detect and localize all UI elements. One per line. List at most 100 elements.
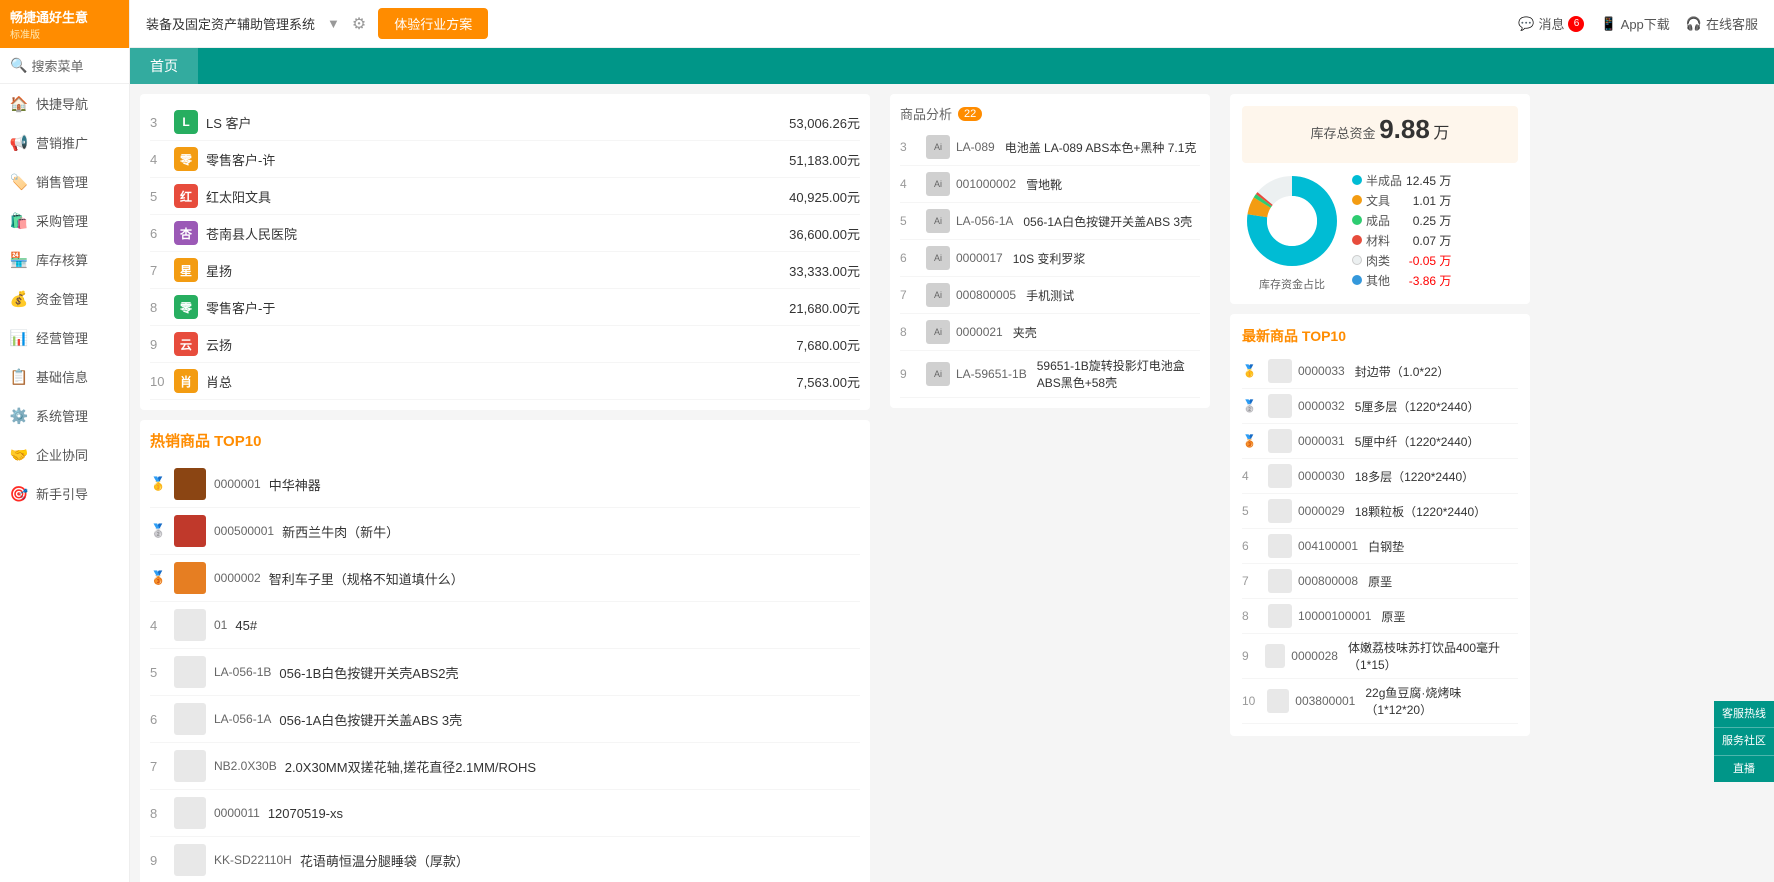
customer-avatar: 云 <box>174 332 198 356</box>
inv-legend-row: 成品0.25 万 <box>1352 212 1451 229</box>
new-product-name: 原垩 <box>1368 573 1392 590</box>
nav-label: 库存核算 <box>36 250 88 269</box>
hot-product-row: 🥉0000002智利车子里（规格不知道填什么） <box>150 555 860 602</box>
try-plan-button[interactable]: 体验行业方案 <box>378 8 488 39</box>
mid-product-img: Ai <box>926 320 950 344</box>
purchase-icon: 🛍️ <box>10 212 28 230</box>
mid-product-name: 夹壳 <box>1013 324 1200 341</box>
float-btn-community[interactable]: 服务社区 <box>1714 728 1774 755</box>
main-area: 装备及固定资产辅助管理系统 ▼ ⚙ 体验行业方案 💬 消息 6 📱 App下载 … <box>130 0 1774 882</box>
sidebar-item-operations[interactable]: 📊 经营管理 <box>0 318 129 357</box>
online-service-item[interactable]: 🎧 在线客服 <box>1686 14 1758 33</box>
sidebar-logo-name: 畅捷通好生意 <box>10 7 88 26</box>
topbar-right: 💬 消息 6 📱 App下载 🎧 在线客服 <box>1518 14 1758 33</box>
hot-product-name: 12070519-xs <box>268 806 343 821</box>
enterprise-icon: 🤝 <box>10 446 28 464</box>
new-product-code: 0000028 <box>1291 649 1338 663</box>
legend-name: 肉类 <box>1366 252 1405 269</box>
mid-product-row: 7Ai000800005手机测试 <box>900 277 1200 314</box>
app-download-item[interactable]: 📱 App下载 <box>1600 14 1669 33</box>
hot-product-code: 000500001 <box>214 524 274 538</box>
new-product-img <box>1268 604 1292 628</box>
sidebar-item-system[interactable]: ⚙️ 系统管理 <box>0 396 129 435</box>
right-panel: 库存总资金 9.88 万 <box>1220 84 1540 882</box>
topbar-dropdown-icon[interactable]: ▼ <box>327 16 340 31</box>
inv-legend-row: 材料0.07 万 <box>1352 232 1451 249</box>
float-btn-live[interactable]: 直播 <box>1714 756 1774 782</box>
new-product-row: 🥈00000325厘多层（1220*2440） <box>1242 389 1518 424</box>
sidebar-item-finance[interactable]: 💰 资金管理 <box>0 279 129 318</box>
hot-products-title: 热销商品 TOP10 <box>150 430 860 451</box>
search-menu-item[interactable]: 🔍 搜索菜单 <box>0 48 129 84</box>
mid-product-code: 000800005 <box>956 288 1016 302</box>
new-product-name: 原垩 <box>1381 608 1405 625</box>
float-btn-service[interactable]: 客服热线 <box>1714 701 1774 728</box>
new-product-name: 18多层（1220*2440） <box>1355 468 1474 485</box>
sidebar-item-marketing[interactable]: 📢 营销推广 <box>0 123 129 162</box>
mid-product-name: 手机测试 <box>1026 287 1200 304</box>
search-icon: 🔍 <box>10 57 27 74</box>
message-badge: 6 <box>1568 16 1584 32</box>
product-analysis-card: 商品分析 22 3AiLA-089电池盖 LA-089 ABS本色+黑种 7.1… <box>890 94 1210 408</box>
hot-product-name: 中华神器 <box>269 475 321 494</box>
new-product-img <box>1268 429 1292 453</box>
sidebar-item-inventory[interactable]: 🏪 库存核算 <box>0 240 129 279</box>
marketing-icon: 📢 <box>10 134 28 152</box>
mid-product-code: 0000017 <box>956 251 1003 265</box>
hot-product-row: 40145# <box>150 602 860 649</box>
tab-label: 首页 <box>150 56 178 76</box>
mid-panel: 商品分析 22 3AiLA-089电池盖 LA-089 ABS本色+黑种 7.1… <box>880 84 1220 882</box>
operations-icon: 📊 <box>10 329 28 347</box>
customer-rank-row: 7星星扬33,333.00元 <box>150 252 860 289</box>
mid-product-name: 雪地靴 <box>1026 176 1200 193</box>
customer-avatar: 杏 <box>174 221 198 245</box>
hot-product-name: 2.0X30MM双搓花轴,搓花直径2.1MM/ROHS <box>285 757 536 776</box>
new-product-row: 6004100001白钢垫 <box>1242 529 1518 564</box>
message-icon: 💬 <box>1518 16 1534 32</box>
sidebar-item-quick-nav[interactable]: 🏠 快捷导航 <box>0 84 129 123</box>
legend-value: 1.01 万 <box>1413 192 1452 209</box>
nav-label: 营销推广 <box>36 133 88 152</box>
hot-product-code: 0000001 <box>214 477 261 491</box>
new-product-row: 🥇0000033封边带（1.0*22） <box>1242 354 1518 389</box>
mid-product-img: Ai <box>926 135 950 159</box>
sidebar-item-enterprise[interactable]: 🤝 企业协同 <box>0 435 129 474</box>
customer-rank-row: 5红红太阳文具40,925.00元 <box>150 178 860 215</box>
nav-tabs: 首页 <box>130 48 1774 84</box>
hot-product-row: 6LA-056-1A056-1A白色按键开关盖ABS 3壳 <box>150 696 860 743</box>
headset-icon: 🎧 <box>1686 16 1702 32</box>
new-product-code: 10000100001 <box>1298 609 1371 623</box>
message-item[interactable]: 💬 消息 6 <box>1518 14 1584 33</box>
new-product-img <box>1268 394 1292 418</box>
topbar-settings-icon[interactable]: ⚙ <box>352 14 366 34</box>
tab-home[interactable]: 首页 <box>130 48 198 84</box>
mid-product-img: Ai <box>926 172 950 196</box>
nav-label: 企业协同 <box>36 445 88 464</box>
customer-amount: 40,925.00元 <box>789 187 860 206</box>
legend-dot <box>1352 215 1362 225</box>
new-product-row: 🥉00000315厘中纤（1220*2440） <box>1242 424 1518 459</box>
new-product-name: 5厘多层（1220*2440） <box>1355 398 1480 415</box>
customer-avatar: 红 <box>174 184 198 208</box>
mid-products-list: 3AiLA-089电池盖 LA-089 ABS本色+黑种 7.1克4Ai0010… <box>900 129 1200 398</box>
new-product-img <box>1268 359 1292 383</box>
inv-unit: 万 <box>1433 125 1449 142</box>
inv-legend-row: 其他-3.86 万 <box>1352 272 1451 289</box>
sidebar-nav: 🏠 快捷导航 📢 营销推广 🏷️ 销售管理 🛍️ 采购管理 🏪 库存核算 💰 资… <box>0 84 129 882</box>
hot-product-img <box>174 562 206 594</box>
sidebar-item-sales[interactable]: 🏷️ 销售管理 <box>0 162 129 201</box>
system-icon: ⚙️ <box>10 407 28 425</box>
hot-product-img <box>174 750 206 782</box>
mid-product-code: LA-59651-1B <box>956 367 1027 381</box>
topbar: 装备及固定资产辅助管理系统 ▼ ⚙ 体验行业方案 💬 消息 6 📱 App下载 … <box>130 0 1774 48</box>
hot-product-img <box>174 656 206 688</box>
sidebar-item-basic-info[interactable]: 📋 基础信息 <box>0 357 129 396</box>
legend-name: 其他 <box>1366 272 1405 289</box>
sidebar-item-purchase[interactable]: 🛍️ 采购管理 <box>0 201 129 240</box>
nav-label: 系统管理 <box>36 406 88 425</box>
customer-avatar: 零 <box>174 295 198 319</box>
sidebar-item-guide[interactable]: 🎯 新手引导 <box>0 474 129 513</box>
mid-product-row: 8Ai0000021夹壳 <box>900 314 1200 351</box>
customer-rank-row: 6杏苍南县人民医院36,600.00元 <box>150 215 860 252</box>
hot-product-name: 056-1A白色按键开关盖ABS 3壳 <box>279 710 462 729</box>
